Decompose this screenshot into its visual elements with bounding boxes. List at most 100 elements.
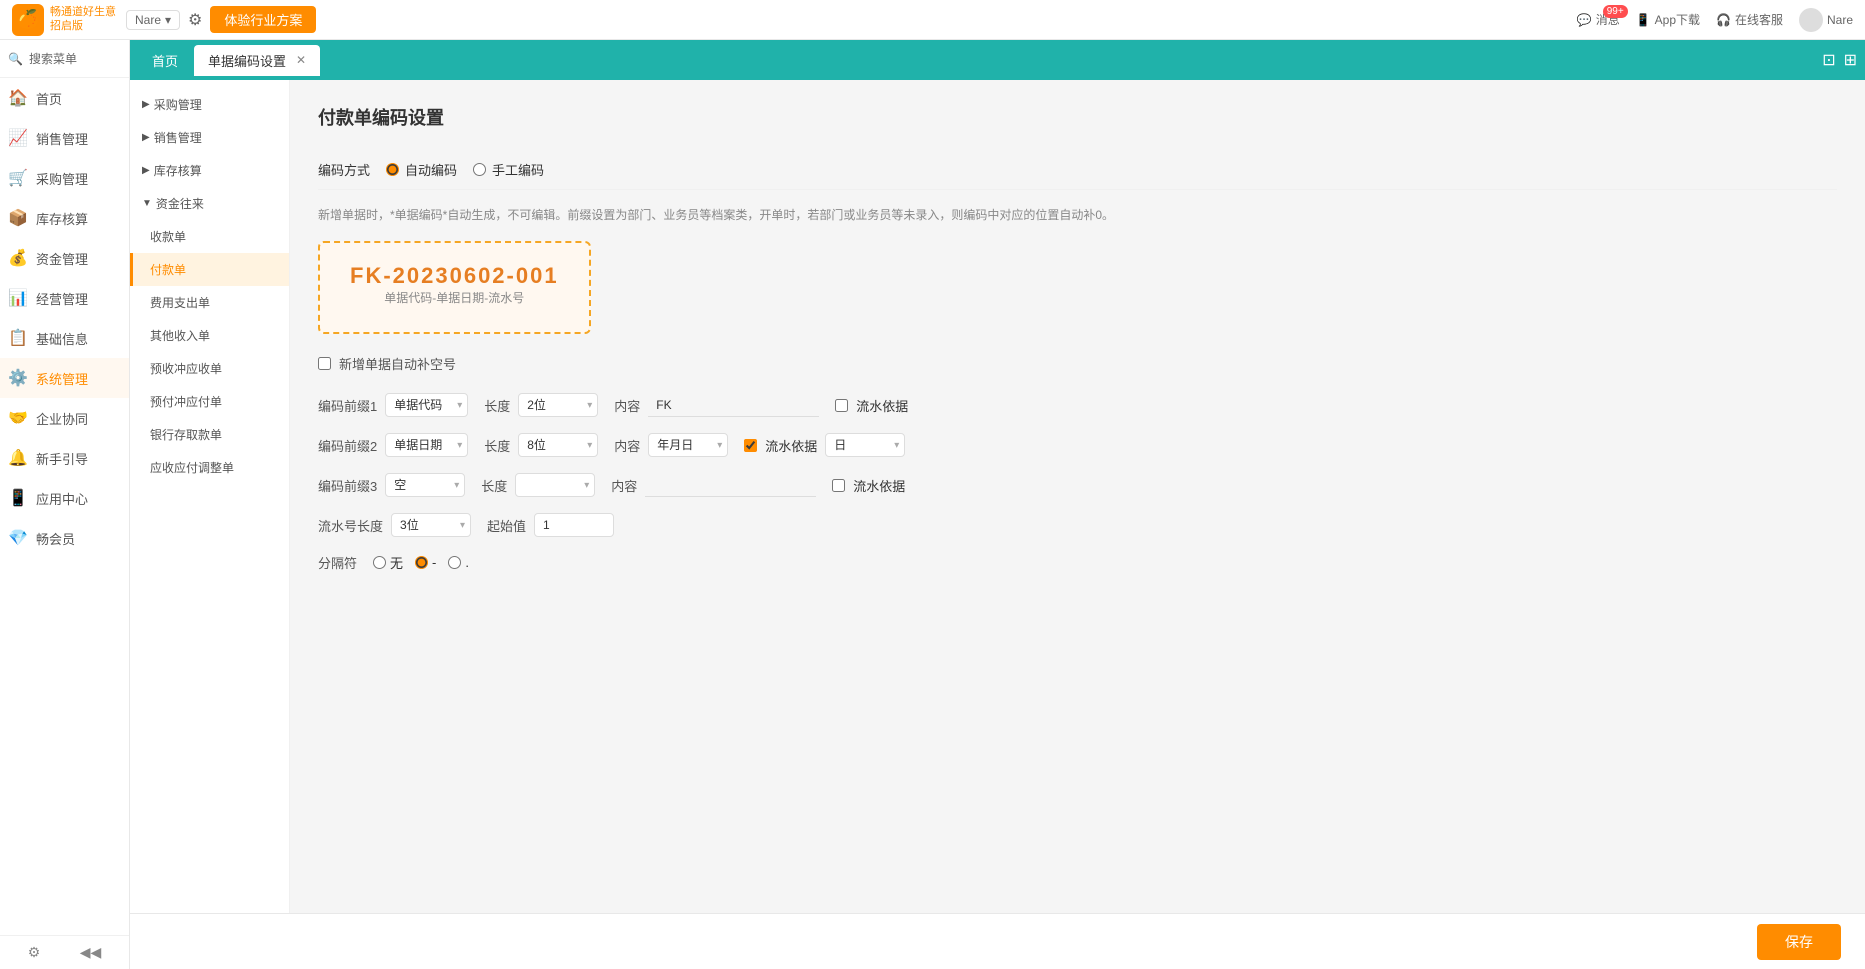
- sidebar-item-purchase[interactable]: 🛒 采购管理: [0, 158, 129, 198]
- online-service-button[interactable]: 🎧 在线客服: [1716, 11, 1783, 28]
- sep-dot-option[interactable]: .: [448, 555, 469, 570]
- settings-bottom-icon[interactable]: ⚙: [28, 944, 41, 961]
- bottom-bar: 保存: [130, 913, 1865, 969]
- sidebar-item-finance[interactable]: 💰 资金管理: [0, 238, 129, 278]
- content-area: 首页 单据编码设置 ✕ ⊡ ⊞ ▶ 采购管理: [130, 40, 1865, 969]
- length1-item: 长度 2位: [484, 393, 598, 417]
- collapse-icon[interactable]: ◀◀: [80, 944, 102, 961]
- tab-encoding-settings[interactable]: 单据编码设置 ✕: [194, 45, 320, 76]
- arrow-right-icon: ▶: [142, 99, 150, 110]
- tab-bar-actions: ⊡ ⊞: [1822, 50, 1857, 70]
- prefix1-select[interactable]: 单据代码: [385, 393, 468, 417]
- sidebar-item-system[interactable]: ⚙️ 系统管理: [0, 358, 129, 398]
- top-bar-left: 🍊 畅通道好生意 招启版 Nare ▾ ⚙ 体验行业方案: [12, 4, 316, 36]
- headset-icon: 🎧: [1716, 13, 1731, 27]
- purchase-icon: 🛒: [8, 168, 28, 188]
- content1-input: [648, 394, 819, 417]
- sales-icon: 📈: [8, 128, 28, 148]
- prefix3-select[interactable]: 空: [385, 473, 465, 497]
- settings-icon[interactable]: ⚙: [188, 10, 202, 30]
- auto-code-radio[interactable]: [386, 163, 399, 176]
- length1-select[interactable]: 2位: [518, 393, 598, 417]
- maximize-icon[interactable]: ⊞: [1844, 50, 1857, 70]
- guide-icon: 🔔: [8, 448, 28, 468]
- encoding-method-section: 编码方式 自动编码 手工编码 新增单据时，*单据编码*自动生成，不可编辑。前缀设…: [318, 150, 1837, 572]
- form-area: 付款单编码设置 编码方式 自动编码 手工编码 新增单: [290, 80, 1865, 913]
- chevron-down-icon: ▾: [165, 13, 171, 27]
- item-bank[interactable]: 银行存取款单: [130, 418, 289, 451]
- encoding-method-group: 编码方式 自动编码 手工编码: [318, 150, 1837, 190]
- serial-length-select[interactable]: 3位: [391, 513, 471, 537]
- sep-dash-option[interactable]: -: [415, 555, 436, 570]
- message-badge: 99+: [1603, 5, 1628, 18]
- tab-close-icon[interactable]: ✕: [296, 53, 306, 67]
- serial1-checkbox[interactable]: [835, 399, 848, 412]
- sidebar-item-sales[interactable]: 📈 销售管理: [0, 118, 129, 158]
- prefix2-select[interactable]: 单据日期: [385, 433, 468, 457]
- auto-code-option[interactable]: 自动编码: [386, 160, 457, 179]
- content2-select[interactable]: 年月日: [648, 433, 728, 457]
- group-funds-title[interactable]: ▼ 资金往来: [130, 187, 289, 220]
- search-sidebar-button[interactable]: 🔍 搜索菜单: [0, 40, 129, 78]
- serial3-checkbox[interactable]: [832, 479, 845, 492]
- length3-item: 长度: [481, 473, 595, 497]
- logo: 🍊 畅通道好生意 招启版: [12, 4, 116, 36]
- sidebar-bottom: ⚙ ◀◀: [0, 935, 129, 969]
- logo-icon: 🍊: [12, 4, 44, 36]
- length3-select[interactable]: [515, 473, 595, 497]
- group-purchase-title[interactable]: ▶ 采购管理: [130, 88, 289, 121]
- sidebar-item-basic-info[interactable]: 📋 基础信息: [0, 318, 129, 358]
- manual-code-radio[interactable]: [473, 163, 486, 176]
- save-button[interactable]: 保存: [1757, 924, 1841, 960]
- content3-input: [645, 474, 816, 497]
- length2-select[interactable]: 8位: [518, 433, 598, 457]
- top-bar-right: 💬 消息 99+ 📱 App下载 🎧 在线客服 Nare: [1577, 8, 1853, 32]
- minimize-icon[interactable]: ⊡: [1822, 50, 1835, 70]
- group-inventory-title[interactable]: ▶ 库存核算: [130, 154, 289, 187]
- nav-dropdown[interactable]: Nare ▾: [126, 10, 180, 30]
- sidebar-item-enterprise[interactable]: 🤝 企业协同: [0, 398, 129, 438]
- sep-dot-radio[interactable]: [448, 556, 461, 569]
- item-adjust[interactable]: 应收应付调整单: [130, 451, 289, 484]
- length2-select-wrapper: 8位: [518, 433, 598, 457]
- serial2-unit-wrapper: 日: [825, 433, 905, 457]
- item-payment[interactable]: 付款单: [130, 253, 289, 286]
- sidebar-item-member[interactable]: 💎 畅会员: [0, 518, 129, 558]
- tab-bar: 首页 单据编码设置 ✕ ⊡ ⊞: [130, 40, 1865, 80]
- group-sales-title[interactable]: ▶ 销售管理: [130, 121, 289, 154]
- enterprise-icon: 🤝: [8, 408, 28, 428]
- length2-item: 长度 8位: [484, 433, 598, 457]
- sidebar-item-operations[interactable]: 📊 经营管理: [0, 278, 129, 318]
- operations-icon: 📊: [8, 288, 28, 308]
- app-icon: 📱: [1636, 13, 1651, 27]
- tab-home[interactable]: 首页: [138, 45, 192, 76]
- serial1-item: 流水依据: [835, 396, 908, 415]
- code-preview-sublabel: 单据代码-单据日期-流水号: [350, 289, 559, 306]
- auto-fill-checkbox[interactable]: [318, 357, 331, 370]
- serial2-checkbox[interactable]: [744, 439, 757, 452]
- encoding-method-label: 编码方式: [318, 160, 370, 179]
- member-icon: 💎: [8, 528, 28, 548]
- manual-code-option[interactable]: 手工编码: [473, 160, 544, 179]
- start-value-input[interactable]: [534, 513, 614, 537]
- item-prepay-receivable[interactable]: 预收冲应收单: [130, 352, 289, 385]
- item-receipt[interactable]: 收款单: [130, 220, 289, 253]
- sep-none-option[interactable]: 无: [373, 553, 403, 572]
- user-avatar[interactable]: Nare: [1799, 8, 1853, 32]
- app-download-button[interactable]: 📱 App下载: [1636, 11, 1700, 28]
- sidebar-item-home[interactable]: 🏠 首页: [0, 78, 129, 118]
- top-bar-nav: Nare ▾ ⚙ 体验行业方案: [126, 6, 316, 33]
- search-icon: 🔍: [8, 52, 23, 66]
- item-expense[interactable]: 费用支出单: [130, 286, 289, 319]
- sep-dash-radio[interactable]: [415, 556, 428, 569]
- item-prepay-payable[interactable]: 预付冲应付单: [130, 385, 289, 418]
- serial2-unit-select[interactable]: 日: [825, 433, 905, 457]
- sidebar-item-app-center[interactable]: 📱 应用中心: [0, 478, 129, 518]
- item-other-income[interactable]: 其他收入单: [130, 319, 289, 352]
- sidebar-item-guide[interactable]: 🔔 新手引导: [0, 438, 129, 478]
- sep-none-radio[interactable]: [373, 556, 386, 569]
- top-bar: 🍊 畅通道好生意 招启版 Nare ▾ ⚙ 体验行业方案 💬 消息 99+ 📱 …: [0, 0, 1865, 40]
- sidebar-item-inventory[interactable]: 📦 库存核算: [0, 198, 129, 238]
- cta-button[interactable]: 体验行业方案: [210, 6, 316, 33]
- message-button[interactable]: 💬 消息 99+: [1577, 11, 1620, 28]
